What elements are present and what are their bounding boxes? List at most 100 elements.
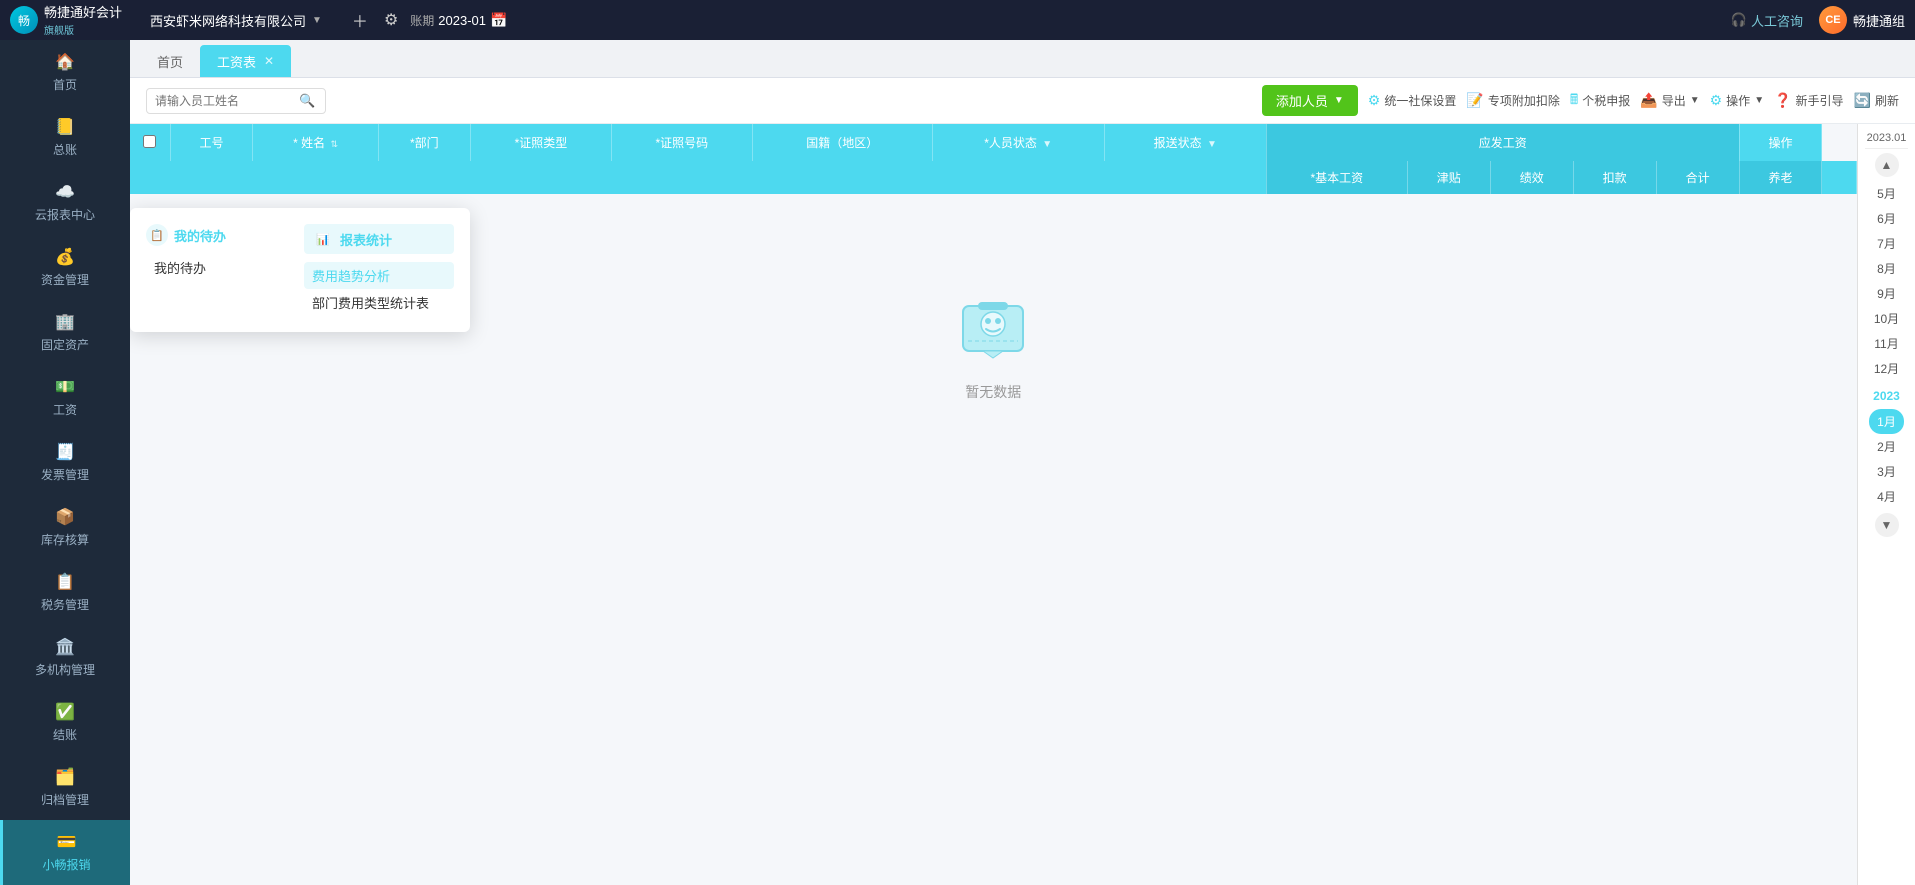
user-area[interactable]: CE 畅捷通组	[1819, 6, 1905, 34]
company-selector[interactable]: 西安虾米网络科技有限公司 ▼	[140, 7, 332, 34]
support-button[interactable]: 🎧 人工咨询	[1731, 11, 1803, 30]
user-name: 畅捷通组	[1853, 11, 1905, 30]
timeline-up-nav[interactable]: ▲	[1875, 153, 1899, 177]
th-id-type: *证照类型	[470, 124, 611, 161]
popup-col1-title: 我的待办	[174, 226, 226, 245]
export-action[interactable]: 📤 导出 ▼	[1640, 92, 1699, 109]
popup-columns: 📋 我的待办 我的待办 📊 报表统计 费用趋势分析	[146, 224, 454, 316]
select-all-checkbox[interactable]	[143, 135, 156, 148]
sidebar-item-home[interactable]: 🏠 首页	[0, 40, 130, 105]
timeline-month-10[interactable]: 10月	[1868, 306, 1905, 331]
th2-allowance: 津贴	[1407, 161, 1490, 194]
sidebar-item-close-account[interactable]: ✅ 结账	[0, 690, 130, 755]
funds-icon: 💰	[55, 247, 75, 267]
sidebar-item-funds[interactable]: 💰 资金管理	[0, 235, 130, 300]
report-filter-icon[interactable]: ▼	[1207, 139, 1217, 150]
sidebar-item-fixed-assets[interactable]: 🏢 固定资产	[0, 300, 130, 365]
logo-text: 畅捷通好会计 旗舰版	[44, 4, 122, 37]
top-header: 畅 畅捷通好会计 旗舰版 西安虾米网络科技有限公司 ▼ ＋ ⚙ 账期 2023-…	[0, 0, 1915, 40]
sidebar-item-expense[interactable]: 💳 小畅报销	[0, 820, 130, 885]
timeline-month-11[interactable]: 11月	[1868, 331, 1904, 356]
tab-salary-sheet[interactable]: 工资表 ✕	[200, 45, 291, 77]
salary-icon: 💵	[55, 377, 75, 397]
guide-toolbar-icon: ❓	[1774, 92, 1791, 109]
th2-performance: 绩效	[1490, 161, 1573, 194]
timeline-month-3[interactable]: 3月	[1871, 459, 1902, 484]
timeline-current-year: 2023	[1869, 385, 1904, 407]
ledger-icon: 📒	[55, 117, 75, 137]
sidebar-item-multi-org[interactable]: 🏛️ 多机构管理	[0, 625, 130, 690]
timeline-month-7[interactable]: 7月	[1871, 231, 1902, 256]
sidebar-item-invoices[interactable]: 🧾 发票管理	[0, 430, 130, 495]
search-icon[interactable]: 🔍	[299, 93, 315, 109]
dropdown-popup: 📋 我的待办 我的待办 📊 报表统计 费用趋势分析	[130, 208, 470, 332]
operations-action[interactable]: ⚙ 操作 ▼	[1710, 92, 1764, 109]
logo-area: 畅 畅捷通好会计 旗舰版	[10, 4, 140, 37]
ops-chevron-icon: ▼	[1754, 95, 1764, 106]
close-account-icon: ✅	[55, 702, 75, 722]
timeline-month-6[interactable]: 6月	[1871, 206, 1902, 231]
empty-illustration	[953, 286, 1033, 366]
th-status: *人员状态 ▼	[932, 124, 1104, 161]
timeline-month-9[interactable]: 9月	[1871, 281, 1902, 306]
popup-item-dept-cost[interactable]: 部门费用类型统计表	[304, 289, 454, 316]
chevron-down-icon: ▼	[312, 15, 322, 26]
home-icon: 🏠	[55, 52, 75, 72]
timeline-month-8[interactable]: 8月	[1871, 256, 1902, 281]
timeline-month-2[interactable]: 2月	[1871, 434, 1902, 459]
deduction-icon: 📝	[1466, 92, 1483, 109]
org-icon: 🏛️	[55, 637, 75, 657]
export-chevron-icon: ▼	[1690, 95, 1700, 106]
sidebar-item-cloud-reports[interactable]: ☁️ 云报表中心	[0, 170, 130, 235]
guide-action[interactable]: ❓ 新手引导	[1774, 92, 1843, 109]
content-area: 首页 工资表 ✕ 🔍 添加人员 ▼ ⚙ 统一社保设置	[130, 40, 1915, 885]
timeline-month-1[interactable]: 1月	[1869, 409, 1904, 434]
th-employee-id: 工号	[170, 124, 253, 161]
th-nationality: 国籍（地区）	[752, 124, 932, 161]
th2-total: 合计	[1656, 161, 1739, 194]
th2-base-salary: *基本工资	[1266, 161, 1407, 194]
th-checkbox[interactable]	[130, 124, 170, 161]
avatar: CE	[1819, 6, 1847, 34]
popup-item-cost-trend[interactable]: 费用趋势分析	[304, 262, 454, 289]
tab-close-icon[interactable]: ✕	[264, 54, 274, 68]
popup-item-mytodo[interactable]: 我的待办	[146, 254, 296, 281]
period-label: 账期	[410, 12, 434, 29]
tab-home[interactable]: 首页	[140, 45, 200, 77]
timeline-down-nav[interactable]: ▼	[1875, 513, 1899, 537]
inventory-icon: 📦	[55, 507, 75, 527]
toolbar-right: 添加人员 ▼ ⚙ 统一社保设置 📝 专项附加扣除 🖩 个税申报 📤 导	[1262, 85, 1899, 116]
popup-col2-header: 📊 报表统计	[304, 224, 454, 254]
popup-col2-title: 报表统计	[340, 230, 392, 249]
sidebar-item-tax[interactable]: 📋 税务管理	[0, 560, 130, 625]
settings-action-icon: ⚙	[1368, 92, 1381, 109]
timeline-month-12[interactable]: 12月	[1868, 356, 1905, 381]
timeline-month-4[interactable]: 4月	[1871, 484, 1902, 509]
refresh-action[interactable]: 🔄 刷新	[1854, 92, 1899, 109]
sidebar-item-salary[interactable]: 💵 工资	[0, 365, 130, 430]
calendar-icon[interactable]: 📅	[490, 12, 507, 29]
name-sort-icon[interactable]: ⇅	[330, 139, 338, 149]
main-layout: 🏠 首页 📒 总账 ☁️ 云报表中心 💰 资金管理 🏢 固定资产 💵 工资 🧾 …	[0, 40, 1915, 885]
tax-report-action[interactable]: 🖩 个税申报	[1570, 89, 1630, 113]
social-security-action[interactable]: ⚙ 统一社保设置	[1368, 92, 1457, 109]
timeline-year-header: 2023.01	[1865, 128, 1909, 149]
settings-button[interactable]: ⚙	[380, 6, 402, 34]
timeline-month-5[interactable]: 5月	[1871, 181, 1902, 206]
th-salary-group: 应发工资	[1266, 124, 1739, 161]
tax-deduction-action[interactable]: 📝 专项附加扣除	[1466, 92, 1559, 109]
th2-empty2	[1822, 161, 1857, 194]
th-report-status: 报送状态 ▼	[1104, 124, 1266, 161]
sidebar-item-inventory[interactable]: 📦 库存核算	[0, 495, 130, 560]
add-button[interactable]: ＋	[348, 4, 372, 36]
sidebar-item-general-ledger[interactable]: 📒 总账	[0, 105, 130, 170]
period-value: 2023-01	[438, 13, 486, 28]
todo-icon: 📋	[146, 224, 168, 246]
logo-initials: 畅	[18, 12, 30, 29]
invoice-icon: 🧾	[55, 442, 75, 462]
status-filter-icon[interactable]: ▼	[1042, 139, 1052, 150]
add-person-button[interactable]: 添加人员 ▼	[1262, 85, 1358, 116]
sidebar-item-archive[interactable]: 🗂️ 归档管理	[0, 755, 130, 820]
search-input[interactable]	[155, 94, 295, 108]
th-department: *部门	[378, 124, 470, 161]
